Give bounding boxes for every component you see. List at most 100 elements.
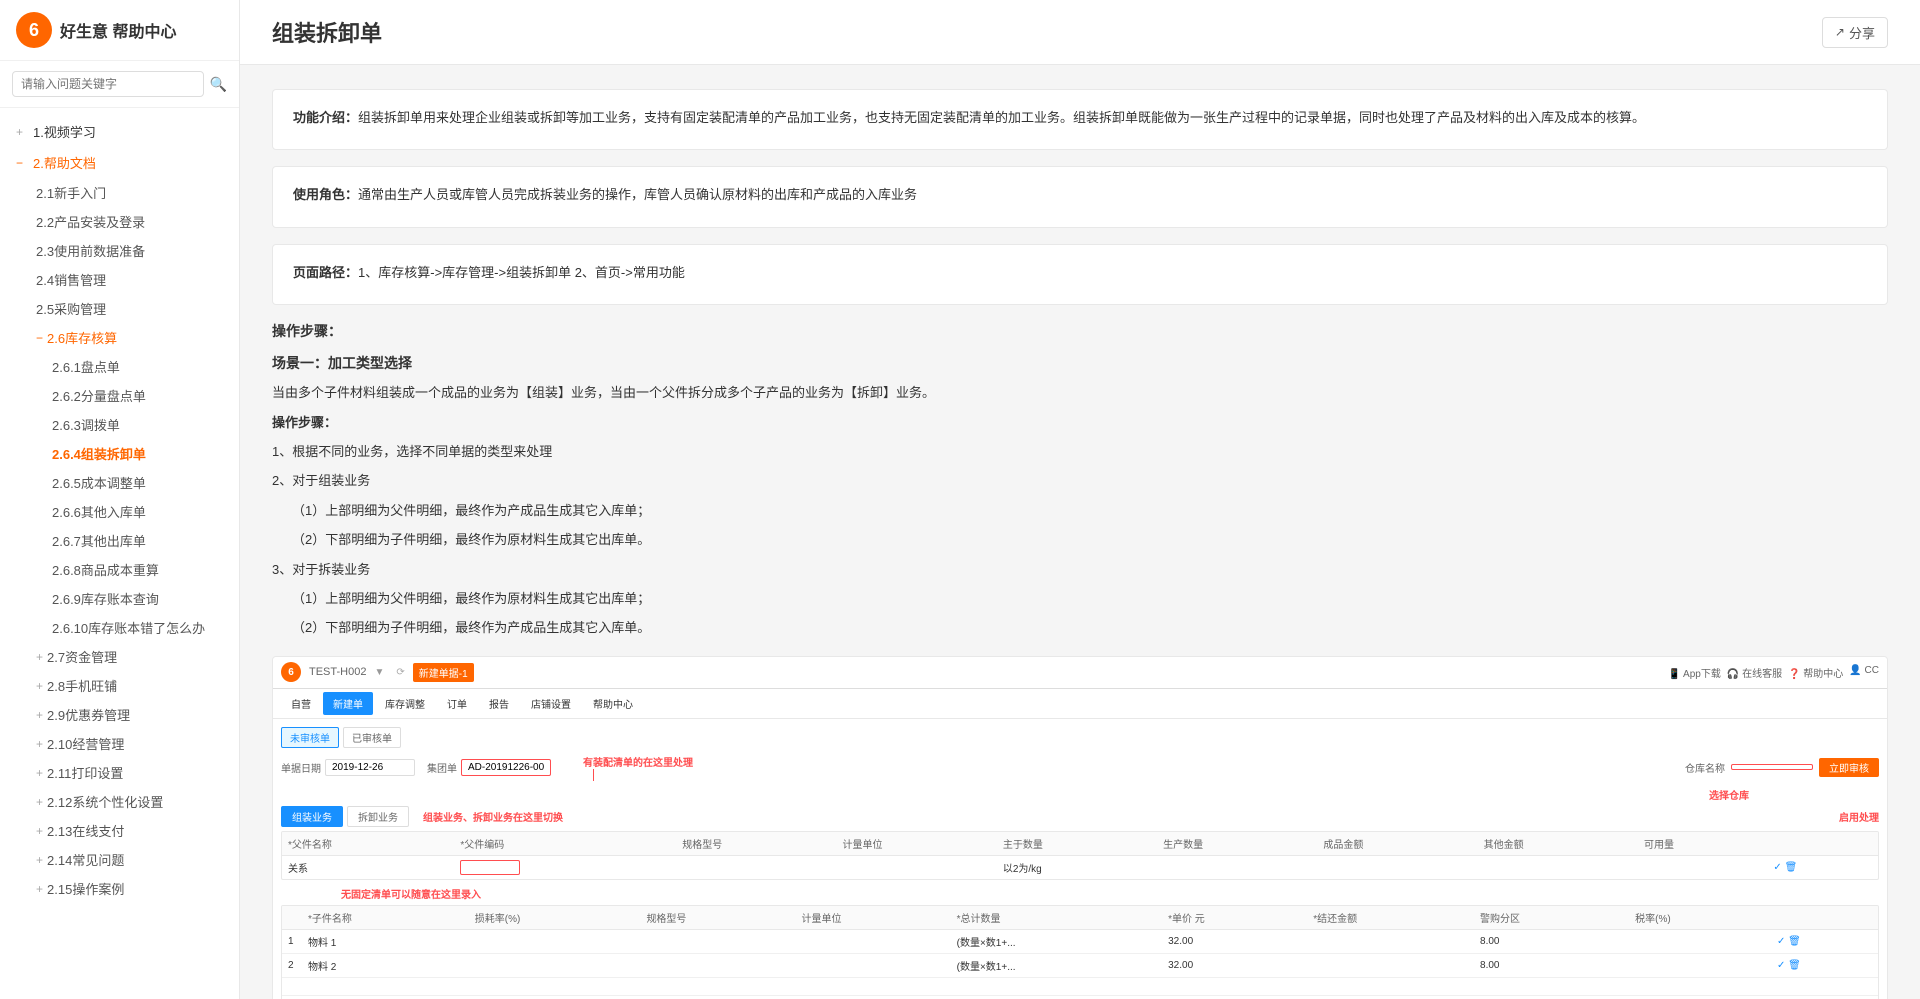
sidebar-item-215[interactable]: + 2.15操作案例 [0, 874, 239, 903]
page-title: 组装拆卸单 [272, 16, 382, 48]
sidebar-item-2610[interactable]: 2.6.10库存账本错了怎么办 [0, 613, 239, 642]
app-nav-help[interactable]: 帮助中心 [583, 692, 643, 715]
app-icon3: ❓ 帮助中心 [1788, 665, 1843, 680]
nav-tree: + 1.视频学习 − 2.帮助文档 2.1新手入门 2.2产品安装及登录 2.3… [0, 108, 239, 999]
lower-cell-subtotal1 [1307, 929, 1474, 953]
app-nav-report[interactable]: 报告 [479, 692, 519, 715]
share-button[interactable]: ↗ 分享 [1822, 17, 1888, 48]
upper-table-el: *父件名称 *父件编码 规格型号 计量单位 主于数量 生产数量 成品金额 其他金… [282, 832, 1878, 879]
upper-table-header-row: *父件名称 *父件编码 规格型号 计量单位 主于数量 生产数量 成品金额 其他金… [282, 832, 1878, 856]
sidebar-item-262[interactable]: 2.6.2分量盘点单 [0, 381, 239, 410]
dropdown-icon: ▼ [374, 667, 384, 678]
ann5-text: 无固定清单可以随意在这里录入 [341, 886, 481, 901]
sidebar-item-267[interactable]: 2.6.7其他出库单 [0, 526, 239, 555]
new-order-badge[interactable]: 新建单据-1 [413, 663, 474, 682]
lower-cell-price2: 32.00 [1162, 953, 1307, 977]
lower-cell-spec2 [640, 953, 795, 977]
upper-code-input[interactable] [460, 860, 520, 875]
upper-cell-code [454, 855, 676, 879]
lower-cell-loss2 [469, 953, 641, 977]
assembly-input[interactable] [461, 759, 551, 776]
sidebar-item-263[interactable]: 2.6.3调拨单 [0, 410, 239, 439]
sidebar-item-264[interactable]: 2.6.4组装拆卸单 [0, 439, 239, 468]
app-nav-adjust[interactable]: 库存调整 [375, 692, 435, 715]
lower-col-subtotal: *结还金额 [1307, 906, 1474, 930]
confirm-button[interactable]: 立即审核 [1819, 758, 1879, 777]
upper-cell-other [1478, 855, 1638, 879]
lower-cell-num1: 1 [282, 929, 302, 953]
search-button[interactable]: 🔍 [210, 76, 227, 93]
sidebar-item-261[interactable]: 2.6.1盘点单 [0, 352, 239, 381]
step1: 1、根据不同的业务，选择不同单据的类型来处理 [272, 440, 1888, 463]
sidebar-item-newbie[interactable]: 2.1新手入门 [0, 178, 239, 207]
app-logo: 6 [16, 12, 52, 48]
sidebar-item-213[interactable]: + 2.13在线支付 [0, 816, 239, 845]
sidebar-item-video[interactable]: + 1.视频学习 [0, 116, 239, 147]
sidebar-item-inventory[interactable]: − 2.6库存核算 [0, 323, 239, 352]
lower-cell-name1: 物料 1 [302, 929, 469, 953]
search-box[interactable]: 🔍 [0, 61, 239, 108]
lower-cell-loss1 [469, 929, 641, 953]
step2-2: （2）下部明细为子件明细，最终作为原材料生成其它出库单。 [272, 528, 1888, 551]
sidebar-item-27[interactable]: + 2.7资金管理 [0, 642, 239, 671]
type-btn-assembly[interactable]: 组装业务 [281, 806, 343, 827]
content-area: 功能介绍：组装拆卸单用来处理企业组装或拆卸等加工业务，支持有固定装配清单的产品加… [240, 65, 1920, 999]
warehouse-input[interactable] [1731, 764, 1813, 770]
upper-cell-spec [676, 855, 836, 879]
type-btn-disassembly[interactable]: 拆卸业务 [347, 806, 409, 827]
collapse-icon: − [36, 331, 43, 345]
step2-1: （1）上部明细为父件明细，最终作为产成品生成其它入库单； [272, 499, 1888, 522]
upper-col-code: *父件编码 [454, 832, 676, 856]
expand-icon: + [36, 737, 43, 751]
sidebar-item-211[interactable]: + 2.11打印设置 [0, 758, 239, 787]
lower-row2-action[interactable]: ✓ 🗑 [1777, 960, 1801, 971]
path-label: 页面路径： [293, 265, 358, 280]
lower-col-action [1771, 906, 1878, 930]
expand-icon: + [36, 679, 43, 693]
upper-row-action[interactable]: ✓ 🗑 [1773, 862, 1797, 873]
share-icon: ↗ [1835, 25, 1845, 39]
app-content-area: 未审核单 已审核单 单据日期 集团单 [273, 719, 1887, 999]
sidebar-item-268[interactable]: 2.6.8商品成本重算 [0, 555, 239, 584]
app-nav-settings[interactable]: 店铺设置 [521, 692, 581, 715]
sidebar-item-28[interactable]: + 2.8手机旺铺 [0, 671, 239, 700]
scene1-desc: 当由多个子件材料组装成一个成品的业务为【组装】业务，当由一个父件拆分成多个子产品… [272, 381, 1888, 404]
lower-col-price: *单价 元 [1162, 906, 1307, 930]
sidebar-item-210[interactable]: + 2.10经营管理 [0, 729, 239, 758]
sidebar-item-214[interactable]: + 2.14常见问题 [0, 845, 239, 874]
sidebar-item-212[interactable]: + 2.12系统个性化设置 [0, 787, 239, 816]
lower-col-name: *子件名称 [302, 906, 469, 930]
type-row: 组装业务 拆卸业务 组装业务、拆卸业务在这里切换 启用处理 [281, 806, 1879, 827]
form-row-1: 单据日期 集团单 有装配清单的在这里处理 仓 [281, 754, 1879, 781]
sidebar-item-sales[interactable]: 2.4销售管理 [0, 265, 239, 294]
app-nav-zizying[interactable]: 自营 [281, 692, 321, 715]
sidebar-item-docs[interactable]: − 2.帮助文档 [0, 147, 239, 178]
sidebar-item-266[interactable]: 2.6.6其他入库单 [0, 497, 239, 526]
upper-col-mainqty: 主于数量 [997, 832, 1157, 856]
lower-row1-action[interactable]: ✓ 🗑 [1777, 936, 1801, 947]
lower-cell-qty1: (数量×数1+... [951, 929, 1162, 953]
sidebar-item-265[interactable]: 2.6.5成本调整单 [0, 468, 239, 497]
step3-2: （2）下部明细为子件明细，最终作为产成品生成其它入库单。 [272, 616, 1888, 639]
lower-row-4 [282, 995, 1878, 999]
lower-cell-tax2 [1629, 953, 1771, 977]
sidebar-item-purchase[interactable]: 2.5采购管理 [0, 294, 239, 323]
sidebar-item-install[interactable]: 2.2产品安装及登录 [0, 207, 239, 236]
sidebar-item-269[interactable]: 2.6.9库存账本查询 [0, 584, 239, 613]
screenshot-container: 6 TEST-H002 ▼ ⟳ 新建单据-1 📱 App下载 🎧 在线客服 ❓ … [272, 656, 1888, 999]
app-icon4: 👤 CC [1849, 665, 1879, 680]
sidebar-item-dataprep[interactable]: 2.3使用前数据准备 [0, 236, 239, 265]
lower-table: *子件名称 损耗率(%) 规格型号 计量单位 *总计数量 *单价 元 *结还金额… [281, 905, 1879, 999]
path-box: 页面路径：1、库存核算->库存管理->组装拆卸单 2、首页->常用功能 [272, 244, 1888, 305]
ann2-container: 选择仓库 [281, 787, 1879, 802]
ann5-container: 无固定清单可以随意在这里录入 [281, 886, 1879, 901]
tab-reviewed[interactable]: 已审核单 [343, 727, 401, 748]
app-nav-new[interactable]: 新建单 [323, 692, 373, 715]
date-input[interactable] [325, 759, 415, 776]
tab-unreviewed[interactable]: 未审核单 [281, 727, 339, 748]
app-nav-order[interactable]: 订单 [437, 692, 477, 715]
function-intro-box: 功能介绍：组装拆卸单用来处理企业组装或拆卸等加工业务，支持有固定装配清单的产品加… [272, 89, 1888, 150]
sidebar-item-29[interactable]: + 2.9优惠券管理 [0, 700, 239, 729]
upper-table-row: 关系 以2为/kg [282, 855, 1878, 879]
search-input[interactable] [12, 71, 204, 97]
